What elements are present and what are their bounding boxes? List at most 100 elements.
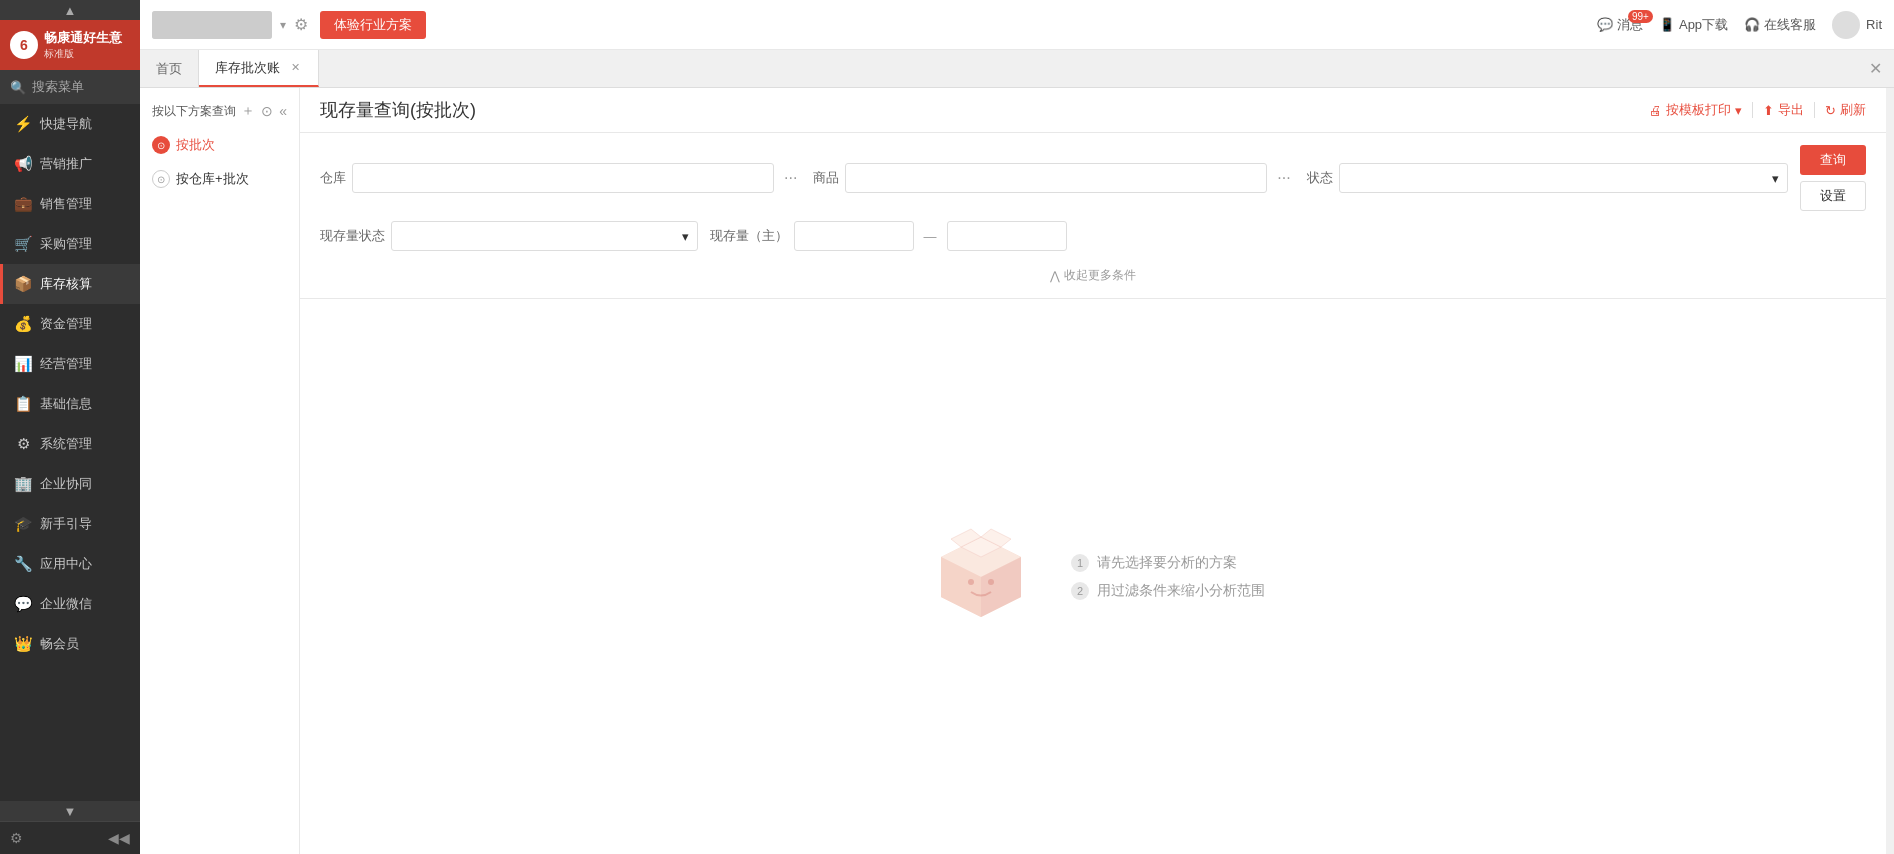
stock-qty-to-input[interactable] (947, 221, 1067, 251)
page-header: 现存量查询(按批次) 🖨 按模板打印 ▾ ⬆ 导出 ↻ 刷 (300, 88, 1886, 133)
search-label: 搜索菜单 (32, 78, 84, 96)
sidebar-scroll-down[interactable]: ▼ (0, 801, 140, 821)
sidebar-item-quicknav[interactable]: ⚡ 快捷导航 (0, 104, 140, 144)
sidebar-item-newguide[interactable]: 🎓 新手引导 (0, 504, 140, 544)
sidebar-item-label: 营销推广 (40, 155, 92, 173)
sidebar-item-operations[interactable]: 📊 经营管理 (0, 344, 140, 384)
product-dots[interactable]: ··· (1273, 169, 1294, 187)
sidebar-item-label: 经营管理 (40, 355, 92, 373)
settings-bottom-icon[interactable]: ⚙ (10, 830, 23, 846)
query-btn[interactable]: 查询 (1800, 145, 1866, 175)
app-download-label: App下载 (1679, 16, 1728, 34)
left-panel: 按以下方案查询 ＋ ⊙ « ⊙ 按批次 ⊙ 按仓库+批次 (140, 88, 300, 854)
sidebar-item-enterprise[interactable]: 🏢 企业协同 (0, 464, 140, 504)
status-chevron-icon: ▾ (1772, 171, 1779, 186)
sidebar-item-finance[interactable]: 💰 资金管理 (0, 304, 140, 344)
topbar-chevron-icon[interactable]: ▾ (280, 18, 286, 32)
sidebar-search[interactable]: 🔍 搜索菜单 (0, 70, 140, 104)
search-icon: 🔍 (10, 80, 26, 95)
filter-buttons: 查询 设置 (1800, 145, 1866, 211)
scheme-item-batch[interactable]: ⊙ 按批次 (140, 128, 299, 162)
sidebar-item-marketing[interactable]: 📢 营销推广 (0, 144, 140, 184)
sidebar-item-label: 采购管理 (40, 235, 92, 253)
collapse-panel-icon[interactable]: « (279, 103, 287, 119)
hint-2-text: 用过滤条件来缩小分析范围 (1097, 582, 1265, 600)
hint-1-num: 1 (1071, 554, 1089, 572)
sidebar-item-basic[interactable]: 📋 基础信息 (0, 384, 140, 424)
empty-hint-1: 1 请先选择要分析的方案 (1071, 554, 1265, 572)
stock-qty-sep: — (920, 229, 941, 244)
online-service-action[interactable]: 🎧 在线客服 (1744, 16, 1816, 34)
system-icon: ⚙ (14, 435, 32, 453)
sidebar-item-wechat[interactable]: 💬 企业微信 (0, 584, 140, 624)
add-scheme-icon[interactable]: ＋ (241, 102, 255, 120)
tab-home-label: 首页 (156, 60, 182, 78)
app-download-action[interactable]: 📱 App下载 (1659, 16, 1728, 34)
product-input[interactable] (845, 163, 1267, 193)
sidebar-item-member[interactable]: 👑 畅会员 (0, 624, 140, 664)
divider2 (1814, 102, 1815, 118)
topbar: ▾ ⚙ 体验行业方案 💬 消息 99+ 📱 App下载 🎧 在线客服 Rit (140, 0, 1894, 50)
experience-btn[interactable]: 体验行业方案 (320, 11, 426, 39)
sidebar-item-purchase[interactable]: 🛒 采购管理 (0, 224, 140, 264)
sidebar-item-label: 基础信息 (40, 395, 92, 413)
inventory-icon: 📦 (14, 275, 32, 293)
sales-icon: 💼 (14, 195, 32, 213)
tabs-bar: 首页 库存批次账 ✕ ✕ (140, 50, 1894, 88)
svg-point-7 (968, 579, 974, 585)
warehouse-input[interactable] (352, 163, 774, 193)
stock-status-select[interactable]: ▾ (391, 221, 698, 251)
messages-icon: 💬 (1597, 17, 1613, 32)
export-icon: ⬆ (1763, 103, 1774, 118)
status-field: 状态 ▾ (1307, 163, 1788, 193)
sidebar-item-appcenter[interactable]: 🔧 应用中心 (0, 544, 140, 584)
filter-collapse[interactable]: ⋀ 收起更多条件 (320, 261, 1866, 286)
refresh-icon: ↻ (1825, 103, 1836, 118)
scheme-inactive-icon: ⊙ (152, 170, 170, 188)
main-area: ▾ ⚙ 体验行业方案 💬 消息 99+ 📱 App下载 🎧 在线客服 Rit (140, 0, 1894, 854)
sidebar-header: 6 畅康通好生意 标准版 (0, 20, 140, 70)
status-dropdown[interactable]: ▾ (1339, 163, 1788, 193)
app-title-block: 畅康通好生意 标准版 (44, 30, 122, 60)
page-title: 现存量查询(按批次) (320, 98, 476, 122)
template-print-btn[interactable]: 🖨 按模板打印 ▾ (1649, 101, 1742, 119)
stock-qty-from-input[interactable] (794, 221, 914, 251)
collapse-label: 收起更多条件 (1064, 267, 1136, 284)
wechat-icon: 💬 (14, 595, 32, 613)
scheme-settings-icon[interactable]: ⊙ (261, 103, 273, 119)
tab-home[interactable]: 首页 (140, 50, 199, 87)
newguide-icon: 🎓 (14, 515, 32, 533)
app-subtitle: 标准版 (44, 47, 122, 60)
scheme-item-warehouse-batch[interactable]: ⊙ 按仓库+批次 (140, 162, 299, 196)
messages-action[interactable]: 💬 消息 99+ (1597, 16, 1643, 34)
user-area[interactable]: Rit (1832, 11, 1882, 39)
sidebar-scroll-up[interactable]: ▲ (0, 0, 140, 20)
template-print-icon: 🖨 (1649, 103, 1662, 118)
sidebar-item-label: 畅会员 (40, 635, 79, 653)
stock-status-field: 现存量状态 ▾ (320, 221, 698, 251)
tabs-close-all[interactable]: ✕ (1857, 59, 1894, 78)
sidebar-item-system[interactable]: ⚙ 系统管理 (0, 424, 140, 464)
export-btn[interactable]: ⬆ 导出 (1763, 101, 1804, 119)
tab-inventory-batch[interactable]: 库存批次账 ✕ (199, 50, 319, 87)
sidebar-item-label: 系统管理 (40, 435, 92, 453)
warehouse-dots[interactable]: ··· (780, 169, 801, 187)
hint-2-num: 2 (1071, 582, 1089, 600)
sidebar-item-inventory[interactable]: 📦 库存核算 (0, 264, 140, 304)
topbar-gear-icon[interactable]: ⚙ (294, 15, 308, 34)
sidebar-item-label: 库存核算 (40, 275, 92, 293)
sidebar-item-sales[interactable]: 💼 销售管理 (0, 184, 140, 224)
operations-icon: 📊 (14, 355, 32, 373)
right-scrollbar[interactable] (1886, 88, 1894, 854)
product-field: 商品 ··· (813, 163, 1294, 193)
collapse-sidebar-icon[interactable]: ◀◀ (108, 830, 130, 846)
scheme-active-icon: ⊙ (152, 136, 170, 154)
filter-settings-btn[interactable]: 设置 (1800, 181, 1866, 211)
tab-close-icon[interactable]: ✕ (288, 61, 302, 75)
member-icon: 👑 (14, 635, 32, 653)
sidebar-item-label: 快捷导航 (40, 115, 92, 133)
refresh-btn[interactable]: ↻ 刷新 (1825, 101, 1866, 119)
left-panel-header: 按以下方案查询 ＋ ⊙ « (140, 98, 299, 128)
tab-inventory-batch-label: 库存批次账 (215, 59, 280, 77)
avatar (1832, 11, 1860, 39)
